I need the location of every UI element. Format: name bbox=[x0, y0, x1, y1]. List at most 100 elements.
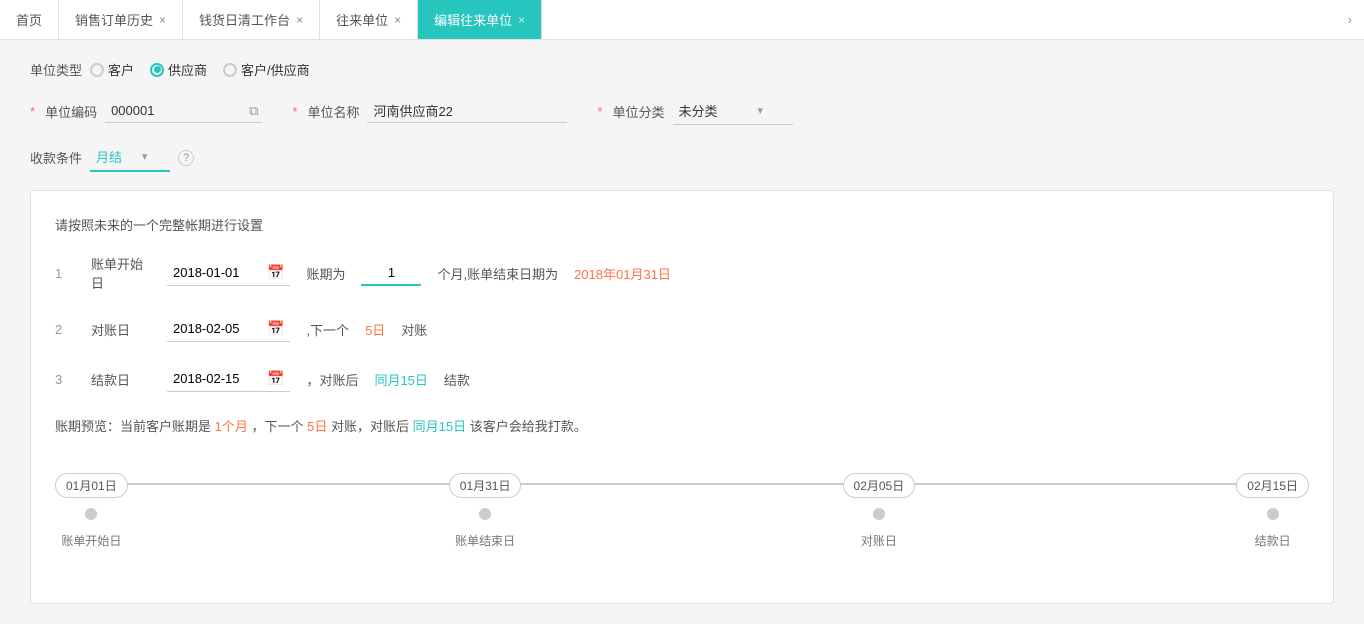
reconcile-date-field: 📅 bbox=[167, 316, 290, 342]
period-suffix: 个月,账单结束日期为 bbox=[437, 264, 558, 283]
tab-home[interactable]: 首页 bbox=[0, 0, 59, 39]
tab-home-label: 首页 bbox=[16, 10, 42, 29]
node-date-1: 01月31日 bbox=[449, 473, 522, 498]
radio-customer-label: 客户 bbox=[108, 60, 134, 79]
payment-day-highlight: 同月15日 bbox=[374, 370, 427, 389]
radio-circle-supplier bbox=[150, 63, 164, 77]
radio-customer[interactable]: 客户 bbox=[90, 60, 134, 79]
preview-mid2: 对账，对账后 bbox=[331, 419, 409, 434]
unit-category-select[interactable]: 未分类 ▾ bbox=[673, 97, 793, 125]
payment-condition-select[interactable]: 月结 ▾ bbox=[90, 143, 170, 172]
preview-period: 1个月 bbox=[215, 419, 248, 434]
radio-circle-customer-supplier bbox=[223, 63, 237, 77]
tab-edit-partner-unit[interactable]: 编辑往来单位 × bbox=[418, 0, 542, 39]
payment-condition-field: 收款条件 月结 ▾ ? bbox=[30, 143, 194, 172]
timeline-node-1: 01月31日 账单结束日 bbox=[449, 475, 522, 549]
unit-code-name-row: * 单位编码 ⧉ * 单位名称 * 单位分类 未分类 ▾ bbox=[30, 97, 1334, 125]
radio-circle-customer bbox=[90, 63, 104, 77]
start-date-field: 📅 bbox=[167, 260, 290, 286]
start-date-input[interactable] bbox=[173, 265, 263, 280]
close-icon[interactable]: × bbox=[159, 13, 166, 27]
close-icon[interactable]: × bbox=[518, 13, 525, 27]
timeline-nodes: 01月01日 账单开始日 01月31日 账单结束日 02月05日 对账日 02月… bbox=[55, 475, 1309, 549]
radio-customer-supplier-label: 客户/供应商 bbox=[241, 60, 310, 79]
reconcile-suffix: 对账 bbox=[401, 320, 427, 339]
reconcile-day-highlight: 5日 bbox=[365, 320, 385, 339]
node-label-0: 账单开始日 bbox=[61, 532, 121, 549]
setting-row-1: 1 账单开始日 📅 账期为 个月,账单结束日期为 2018年01月31日 bbox=[55, 254, 1309, 292]
payment-date-field: 📅 bbox=[167, 366, 290, 392]
radio-customer-supplier[interactable]: 客户/供应商 bbox=[223, 60, 310, 79]
card-title: 请按照未来的一个完整帐期进行设置 bbox=[55, 215, 1309, 234]
preview-label: 账期预览：当前客户账期是 bbox=[55, 419, 211, 434]
payment-date-input[interactable] bbox=[173, 371, 263, 386]
preview-end: 该客户会给我打款。 bbox=[470, 419, 587, 434]
node-label-1: 账单结束日 bbox=[455, 532, 515, 549]
node-date-2: 02月05日 bbox=[843, 473, 916, 498]
node-circle-3 bbox=[1267, 508, 1279, 520]
tab-more-button[interactable]: › bbox=[1336, 0, 1364, 39]
timeline-node-3: 02月15日 结款日 bbox=[1236, 475, 1309, 549]
node-label-2: 对账日 bbox=[861, 532, 897, 549]
unit-code-input[interactable] bbox=[105, 99, 245, 122]
reconcile-date-input[interactable] bbox=[173, 321, 263, 336]
unit-name-field: * 单位名称 bbox=[292, 99, 567, 123]
content-area: 单位类型 客户 供应商 客户/供应商 * 单位编码 bbox=[0, 40, 1364, 624]
payment-condition-label: 收款条件 bbox=[30, 148, 82, 167]
unit-category-label: 单位分类 bbox=[613, 102, 665, 121]
unit-code-label: 单位编码 bbox=[45, 102, 97, 121]
payment-condition-row: 收款条件 月结 ▾ ? bbox=[30, 143, 1334, 172]
tab-bar: 首页 销售订单历史 × 钱货日清工作台 × 往来单位 × 编辑往来单位 × › bbox=[0, 0, 1364, 40]
settings-card: 请按照未来的一个完整帐期进行设置 1 账单开始日 📅 账期为 个月,账单结束日期… bbox=[30, 190, 1334, 604]
calendar-icon[interactable]: 📅 bbox=[267, 264, 284, 281]
setting-row-2: 2 对账日 📅 ,下一个 5日 对账 bbox=[55, 316, 1309, 342]
row-label-3: 结款日 bbox=[91, 370, 151, 389]
node-circle-2 bbox=[873, 508, 885, 520]
close-icon[interactable]: × bbox=[394, 13, 401, 27]
help-icon[interactable]: ? bbox=[178, 150, 194, 166]
node-label-3: 结款日 bbox=[1255, 532, 1291, 549]
unit-category-value: 未分类 bbox=[679, 101, 718, 120]
end-date-highlight: 2018年01月31日 bbox=[574, 264, 671, 283]
preview-month-day: 同月15日 bbox=[413, 419, 466, 434]
row-num-2: 2 bbox=[55, 322, 75, 337]
tab-partner-units[interactable]: 往来单位 × bbox=[320, 0, 418, 39]
tab-edit-partner-unit-label: 编辑往来单位 bbox=[434, 10, 512, 29]
row-num-3: 3 bbox=[55, 372, 75, 387]
calendar-icon[interactable]: 📅 bbox=[267, 320, 284, 337]
unit-name-label: 单位名称 bbox=[307, 102, 359, 121]
tab-cash-reconciliation-label: 钱货日清工作台 bbox=[199, 10, 290, 29]
unit-name-input[interactable] bbox=[367, 99, 567, 123]
tab-partner-units-label: 往来单位 bbox=[336, 10, 388, 29]
copy-icon[interactable]: ⧉ bbox=[245, 103, 262, 119]
required-star: * bbox=[292, 104, 297, 119]
payment-prefix: ，对账后 bbox=[306, 370, 358, 389]
chevron-down-icon: ▾ bbox=[758, 104, 764, 117]
payment-suffix: 结款 bbox=[444, 370, 470, 389]
row-num-1: 1 bbox=[55, 266, 75, 281]
unit-type-row: 单位类型 客户 供应商 客户/供应商 bbox=[30, 60, 1334, 79]
calendar-icon[interactable]: 📅 bbox=[267, 370, 284, 387]
node-circle-1 bbox=[479, 508, 491, 520]
tab-sales-order-history-label: 销售订单历史 bbox=[75, 10, 153, 29]
period-input[interactable] bbox=[361, 261, 421, 286]
radio-supplier-label: 供应商 bbox=[168, 60, 207, 79]
preview-mid1: ，下一个 bbox=[252, 419, 304, 434]
node-date-0: 01月01日 bbox=[55, 473, 128, 498]
unit-type-label: 单位类型 bbox=[30, 60, 82, 79]
timeline: 01月01日 账单开始日 01月31日 账单结束日 02月05日 对账日 02月… bbox=[55, 459, 1309, 579]
preview-day: 5日 bbox=[307, 419, 327, 434]
tab-cash-reconciliation[interactable]: 钱货日清工作台 × bbox=[183, 0, 320, 39]
unit-category-field: * 单位分类 未分类 ▾ bbox=[597, 97, 792, 125]
required-star: * bbox=[30, 104, 35, 119]
unit-code-field: * 单位编码 ⧉ bbox=[30, 99, 262, 123]
node-circle-0 bbox=[85, 508, 97, 520]
chevron-down-icon: ▾ bbox=[142, 150, 148, 163]
close-icon[interactable]: × bbox=[296, 13, 303, 27]
tab-sales-order-history[interactable]: 销售订单历史 × bbox=[59, 0, 183, 39]
unit-type-field: 单位类型 客户 供应商 客户/供应商 bbox=[30, 60, 310, 79]
radio-supplier[interactable]: 供应商 bbox=[150, 60, 207, 79]
row-label-1: 账单开始日 bbox=[91, 254, 151, 292]
timeline-node-0: 01月01日 账单开始日 bbox=[55, 475, 128, 549]
payment-condition-value: 月结 bbox=[96, 147, 122, 166]
